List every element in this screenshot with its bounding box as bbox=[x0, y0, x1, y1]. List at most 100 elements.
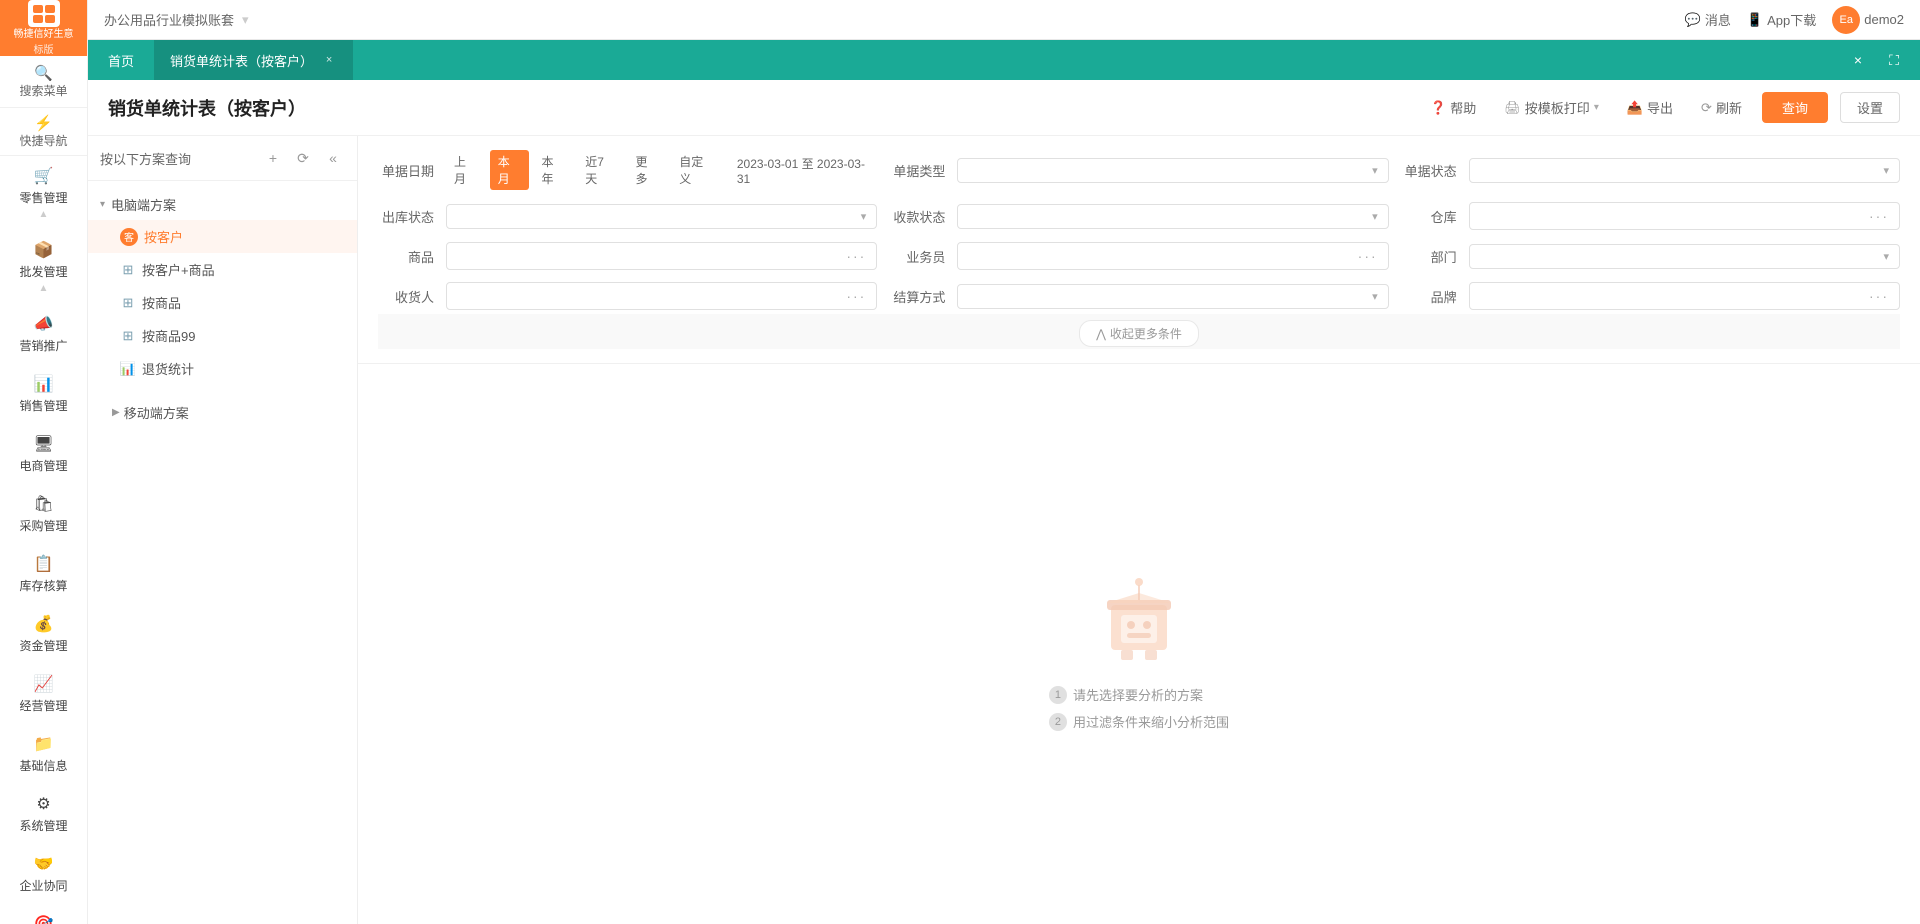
sidebar-item-retail[interactable]: 🛒 零售管理 ▲ bbox=[0, 156, 87, 230]
sidebar-item-quicknav[interactable]: ⚡ 快捷导航 bbox=[0, 108, 87, 156]
tree-item-return-stat[interactable]: 📊 退货统计 bbox=[88, 352, 357, 385]
order-type-caret-icon: ▾ bbox=[1372, 164, 1378, 177]
system-icon: ⚙ bbox=[34, 794, 54, 814]
user-menu[interactable]: Ea demo2 bbox=[1832, 6, 1904, 34]
collapse-row: ⋀ 收起更多条件 bbox=[378, 314, 1900, 349]
panel-add-btn[interactable]: + bbox=[261, 146, 285, 170]
tab-home[interactable]: 首页 bbox=[88, 40, 154, 80]
settlement-label: 结算方式 bbox=[889, 287, 945, 306]
date-tabs: 上月 本月 本年 近7天 更多 自定义 bbox=[446, 150, 723, 190]
print-btn[interactable]: 🖨 按模板打印 ▾ bbox=[1496, 94, 1607, 121]
help-btn[interactable]: ❓ 帮助 bbox=[1422, 94, 1484, 121]
left-panel: 按以下方案查询 + ⟳ « ▾ bbox=[88, 136, 358, 924]
goods-dots-icon: ··· bbox=[846, 248, 866, 264]
out-status-caret-icon: ▾ bbox=[861, 210, 867, 223]
date-tab-last-month[interactable]: 上月 bbox=[446, 150, 486, 190]
query-button[interactable]: 查询 bbox=[1762, 92, 1828, 123]
wholesale-arrow-icon: ▲ bbox=[39, 283, 49, 294]
avatar: Ea bbox=[1832, 6, 1860, 34]
tree-item-bycustomer[interactable]: 客 按客户 bbox=[88, 220, 357, 253]
sidebar-item-wholesale[interactable]: 📦 批发管理 ▲ bbox=[0, 230, 87, 304]
app-subtitle: 标版 bbox=[34, 41, 54, 56]
order-status-label: 单据状态 bbox=[1401, 161, 1457, 180]
order-status-select[interactable]: ▾ bbox=[1469, 158, 1900, 183]
export-btn[interactable]: 📤 导出 bbox=[1619, 94, 1681, 121]
sidebar-item-operation[interactable]: 📈 经营管理 bbox=[0, 664, 87, 724]
date-tab-this-month[interactable]: 本月 bbox=[490, 150, 530, 190]
right-panel: 单据日期 上月 本月 本年 近7天 更多 自定义 2023-03-01 至 20… bbox=[358, 136, 1920, 924]
breadcrumb-arrow-icon: ▾ bbox=[242, 12, 249, 28]
sidebar-item-newguide[interactable]: 🎯 新手引导 bbox=[0, 904, 87, 924]
message-btn[interactable]: 💬 消息 bbox=[1685, 10, 1731, 29]
salesperson-dots-icon: ··· bbox=[1358, 248, 1378, 264]
topbar-left: 办公用品行业模拟账套 ▾ bbox=[104, 10, 249, 29]
tree-mobile-arrow-icon: ▶ bbox=[112, 407, 120, 418]
main-area: 办公用品行业模拟账套 ▾ 💬 消息 📱 App下载 Ea demo2 首页 bbox=[88, 0, 1920, 924]
tab-sales-stat[interactable]: 销货单统计表（按客户） × bbox=[154, 40, 353, 80]
tab-close-all-btn[interactable]: × bbox=[1844, 46, 1872, 74]
body-area: 按以下方案查询 + ⟳ « ▾ bbox=[88, 136, 1920, 924]
date-tab-more[interactable]: 更多 bbox=[628, 150, 668, 190]
customer-active-icon: 客 bbox=[120, 228, 138, 246]
hint-num-2: 2 bbox=[1049, 713, 1067, 731]
tabbar: 首页 销货单统计表（按客户） × × ⛶ bbox=[88, 40, 1920, 80]
wholesale-icon: 📦 bbox=[34, 240, 54, 260]
sidebar-item-inventory[interactable]: 📋 库存核算 bbox=[0, 544, 87, 604]
tree-item-bycustomer-goods[interactable]: ⊞ 按客户+商品 bbox=[88, 253, 357, 286]
newguide-icon: 🎯 bbox=[34, 914, 54, 924]
tree-desktop-header[interactable]: ▾ 电脑端方案 bbox=[88, 189, 357, 220]
goods-select[interactable]: ··· bbox=[446, 242, 877, 270]
sidebar-item-purchase[interactable]: 🛍 采购管理 bbox=[0, 484, 87, 544]
sales-icon: 📊 bbox=[34, 374, 54, 394]
sidebar-item-sales[interactable]: 📊 销售管理 bbox=[0, 364, 87, 424]
order-type-select[interactable]: ▾ bbox=[957, 158, 1388, 183]
date-tab-this-year[interactable]: 本年 bbox=[533, 150, 573, 190]
page-header: 销货单统计表（按客户） ❓ 帮助 🖨 按模板打印 ▾ 📤 导出 ⟳ 刷新 bbox=[88, 80, 1920, 136]
refresh-icon: ⟳ bbox=[1701, 100, 1712, 116]
empty-illustration bbox=[1089, 565, 1189, 665]
sidebar-item-ecommerce[interactable]: 🖥 电商管理 bbox=[0, 424, 87, 484]
warehouse-select[interactable]: ··· bbox=[1469, 202, 1900, 230]
settlement-select[interactable]: ▾ bbox=[957, 284, 1388, 309]
tree-mobile-header[interactable]: ▶ 移动端方案 bbox=[88, 397, 357, 428]
topbar: 办公用品行业模拟账套 ▾ 💬 消息 📱 App下载 Ea demo2 bbox=[88, 0, 1920, 40]
out-status-select[interactable]: ▾ bbox=[446, 204, 877, 229]
inventory-icon: 📋 bbox=[34, 554, 54, 574]
tab-close-btn[interactable]: × bbox=[321, 52, 337, 68]
sidebar-quicknav-label: 快捷导航 bbox=[19, 134, 67, 148]
payment-status-select[interactable]: ▾ bbox=[957, 204, 1388, 229]
settings-button[interactable]: 设置 bbox=[1840, 92, 1900, 123]
tabbar-right: × ⛶ bbox=[1844, 46, 1920, 74]
tab-maximize-btn[interactable]: ⛶ bbox=[1880, 46, 1908, 74]
salesperson-select[interactable]: ··· bbox=[957, 242, 1388, 270]
tree-item-bygoods99[interactable]: ⊞ 按商品99 bbox=[88, 319, 357, 352]
brand-dots-icon: ··· bbox=[1869, 288, 1889, 304]
panel-collapse-btn[interactable]: « bbox=[321, 146, 345, 170]
tree-section-mobile: ▶ 移动端方案 bbox=[88, 393, 357, 432]
message-icon: 💬 bbox=[1685, 12, 1701, 28]
order-status-caret-icon: ▾ bbox=[1883, 164, 1889, 177]
panel-refresh-btn[interactable]: ⟳ bbox=[291, 146, 315, 170]
brand-select[interactable]: ··· bbox=[1469, 282, 1900, 310]
brand-label: 品牌 bbox=[1401, 287, 1457, 306]
app-download-btn[interactable]: 📱 App下载 bbox=[1747, 10, 1816, 29]
empty-hint-1: 1 请先选择要分析的方案 bbox=[1049, 685, 1229, 704]
payment-status-caret-icon: ▾ bbox=[1372, 210, 1378, 223]
date-tab-7days[interactable]: 近7天 bbox=[577, 150, 623, 190]
bar-icon-1: 📊 bbox=[120, 361, 136, 377]
sidebar-item-system[interactable]: ⚙ 系统管理 bbox=[0, 784, 87, 844]
sidebar-item-finance[interactable]: 💰 资金管理 bbox=[0, 604, 87, 664]
sidebar-item-marketing[interactable]: 📣 营销推广 bbox=[0, 304, 87, 364]
sidebar-item-basic[interactable]: 📁 基础信息 bbox=[0, 724, 87, 784]
date-tab-custom[interactable]: 自定义 bbox=[671, 150, 723, 190]
refresh-btn[interactable]: ⟳ 刷新 bbox=[1693, 94, 1750, 121]
sidebar-item-collab[interactable]: 🤝 企业协同 bbox=[0, 844, 87, 904]
app-logo[interactable]: 畅捷信好生意 标版 bbox=[0, 0, 88, 56]
tree-item-bygoods[interactable]: ⊞ 按商品 bbox=[88, 286, 357, 319]
receiver-select[interactable]: ··· bbox=[446, 282, 877, 310]
dept-select[interactable]: ▾ bbox=[1469, 244, 1900, 269]
collapse-btn[interactable]: ⋀ 收起更多条件 bbox=[1079, 320, 1199, 347]
sidebar-item-search[interactable]: 🔍 搜索菜单 bbox=[0, 56, 87, 108]
help-icon: ❓ bbox=[1430, 100, 1446, 116]
content-area: 销货单统计表（按客户） ❓ 帮助 🖨 按模板打印 ▾ 📤 导出 ⟳ 刷新 bbox=[88, 80, 1920, 924]
